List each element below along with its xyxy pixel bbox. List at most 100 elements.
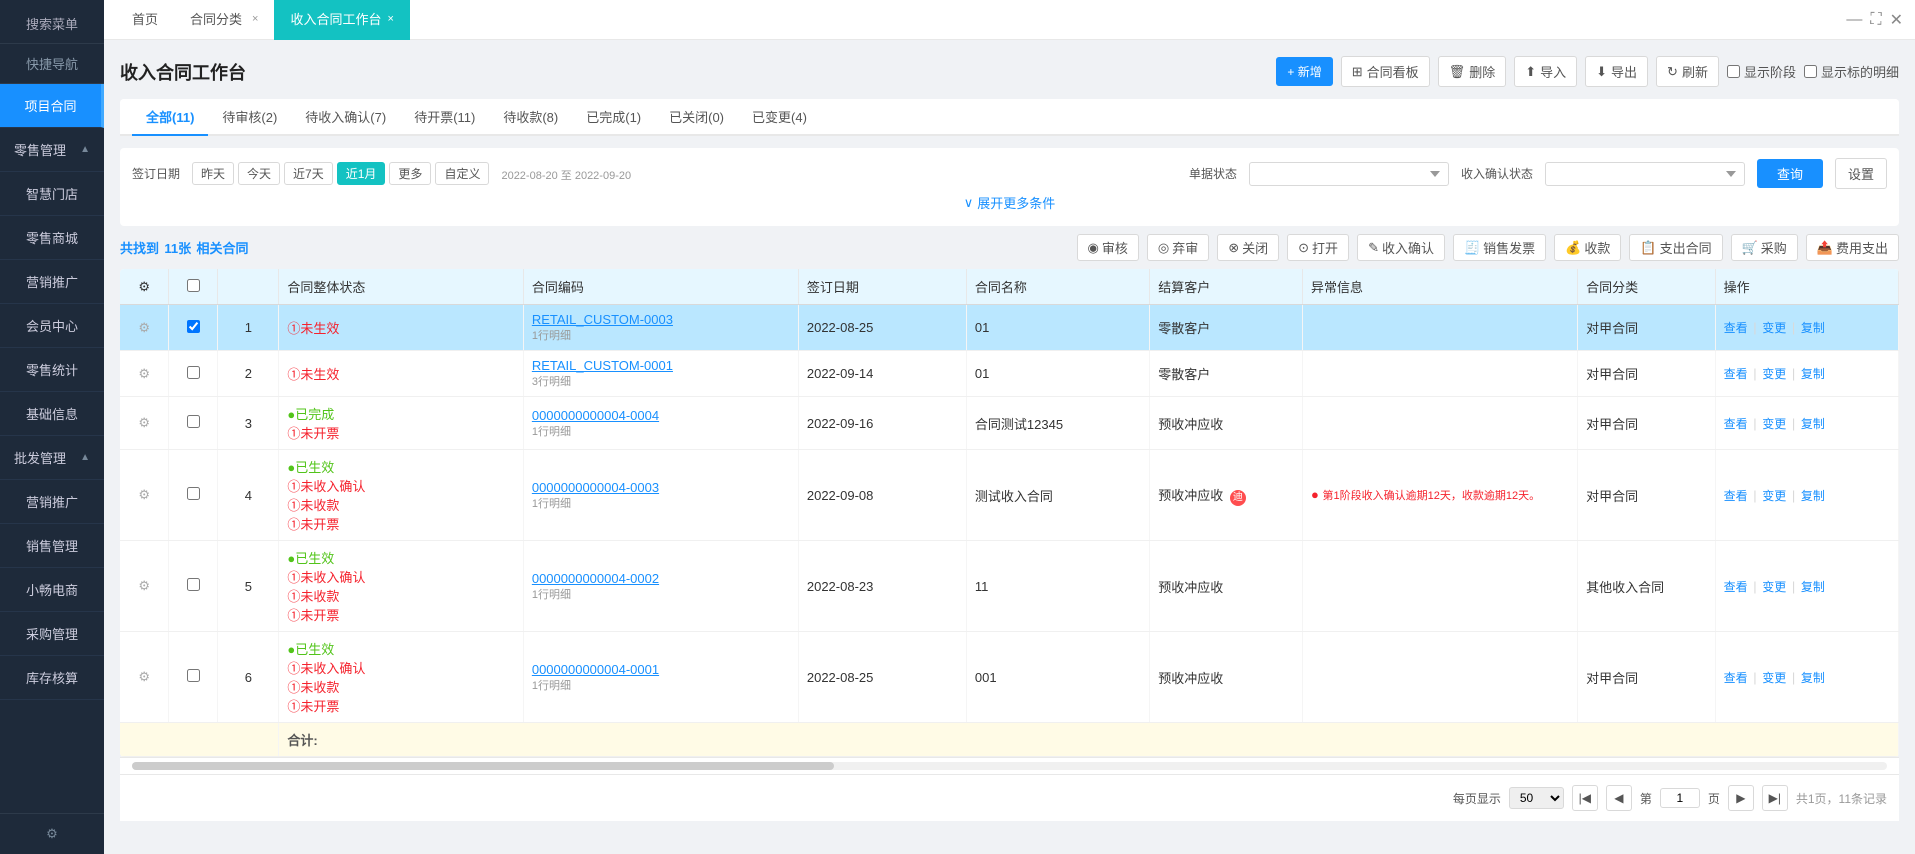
tab-active[interactable]: 收入合同工作台 × bbox=[274, 0, 409, 40]
sidebar-item-ecom[interactable]: 零售商城 bbox=[0, 216, 104, 260]
contract-code-link[interactable]: RETAIL_CUSTOM-0003 bbox=[532, 312, 673, 327]
sidebar-settings[interactable]: ⚙ bbox=[0, 813, 104, 854]
row-check[interactable] bbox=[169, 450, 218, 541]
row-check[interactable] bbox=[169, 541, 218, 632]
view-link[interactable]: 查看 bbox=[1724, 671, 1748, 685]
sidebar-item-project[interactable]: 项目合同 bbox=[0, 84, 104, 128]
tab-contracts[interactable]: 合同分类 × bbox=[174, 0, 274, 40]
add-button[interactable]: + 新增 bbox=[1276, 57, 1332, 86]
sidebar-item-marketing[interactable]: 营销推广 bbox=[0, 260, 104, 304]
row-settings[interactable]: ⚙ bbox=[120, 305, 169, 351]
row-settings[interactable]: ⚙ bbox=[120, 397, 169, 450]
col-settings[interactable]: ⚙ bbox=[120, 269, 169, 305]
first-page-button[interactable]: |◀ bbox=[1572, 785, 1598, 811]
copy-link[interactable]: 复制 bbox=[1801, 321, 1825, 335]
date-btn-1month[interactable]: 近1月 bbox=[337, 162, 386, 185]
search-button[interactable]: 查询 bbox=[1757, 159, 1823, 188]
copy-link[interactable]: 复制 bbox=[1801, 580, 1825, 594]
copy-link[interactable]: 复制 bbox=[1801, 367, 1825, 381]
review-button[interactable]: ◉ 审核 bbox=[1077, 234, 1139, 261]
delete-button[interactable]: 🗑 删除 bbox=[1438, 56, 1507, 87]
view-link[interactable]: 查看 bbox=[1724, 489, 1748, 503]
expense-contract-button[interactable]: 📋 支出合同 bbox=[1629, 234, 1722, 261]
tab-fullscreen-button[interactable]: ⛶ bbox=[1870, 11, 1881, 29]
sidebar-item-stats[interactable]: 零售统计 bbox=[0, 348, 104, 392]
sidebar-search[interactable]: 搜索菜单 bbox=[0, 0, 104, 44]
setting-button[interactable]: 设置 bbox=[1835, 158, 1887, 189]
row-settings[interactable]: ⚙ bbox=[120, 351, 169, 397]
sidebar-item-retail[interactable]: 零售管理 ▲ bbox=[0, 128, 104, 172]
edit-link[interactable]: 变更 bbox=[1762, 321, 1786, 335]
copy-link[interactable]: 复制 bbox=[1801, 671, 1825, 685]
refresh-button[interactable]: ↻ 刷新 bbox=[1656, 56, 1719, 87]
contract-code-link[interactable]: 0000000000004-0003 bbox=[532, 480, 659, 495]
contract-code-link[interactable]: 0000000000004-0004 bbox=[532, 408, 659, 423]
sidebar-item-member[interactable]: 会员中心 bbox=[0, 304, 104, 348]
sidebar-item-sales[interactable]: 销售管理 bbox=[0, 524, 104, 568]
sidebar-item-purchase[interactable]: 采购管理 bbox=[0, 612, 104, 656]
subtab-completed[interactable]: 已完成(1) bbox=[572, 99, 655, 136]
sales-invoice-button[interactable]: 🧾 销售发票 bbox=[1453, 234, 1546, 261]
subtab-all[interactable]: 全部(11) bbox=[132, 99, 208, 136]
copy-link[interactable]: 复制 bbox=[1801, 417, 1825, 431]
row-settings[interactable]: ⚙ bbox=[120, 632, 169, 723]
view-link[interactable]: 查看 bbox=[1724, 367, 1748, 381]
view-link[interactable]: 查看 bbox=[1724, 321, 1748, 335]
show-detail-checkbox[interactable]: 显示标的明细 bbox=[1804, 62, 1899, 81]
last-page-button[interactable]: ▶| bbox=[1762, 785, 1788, 811]
sidebar-item-xiaochang[interactable]: 小畅电商 bbox=[0, 568, 104, 612]
row-check[interactable] bbox=[169, 632, 218, 723]
sidebar-item-base[interactable]: 基础信息 bbox=[0, 392, 104, 436]
row-check[interactable] bbox=[169, 351, 218, 397]
purchase-button[interactable]: 🛒 采购 bbox=[1731, 234, 1798, 261]
sidebar-item-mktg2[interactable]: 营销推广 bbox=[0, 480, 104, 524]
row-settings[interactable]: ⚙ bbox=[120, 450, 169, 541]
sidebar-nav[interactable]: 快捷导航 bbox=[0, 44, 104, 84]
date-btn-yesterday[interactable]: 昨天 bbox=[192, 162, 234, 185]
export-button[interactable]: ⬇ 导出 bbox=[1585, 56, 1648, 87]
edit-link[interactable]: 变更 bbox=[1762, 580, 1786, 594]
tab-home[interactable]: 首页 bbox=[116, 0, 174, 40]
view-link[interactable]: 查看 bbox=[1724, 417, 1748, 431]
date-btn-custom[interactable]: 自定义 bbox=[435, 162, 489, 185]
sidebar-item-smart[interactable]: 智慧门店 bbox=[0, 172, 104, 216]
col-check-all[interactable] bbox=[169, 269, 218, 305]
expense-output-button[interactable]: 📤 费用支出 bbox=[1806, 234, 1899, 261]
subtab-closed[interactable]: 已关闭(0) bbox=[655, 99, 738, 136]
expand-more[interactable]: ∨ 展开更多条件 bbox=[132, 189, 1887, 216]
per-page-select[interactable]: 10 20 50 100 bbox=[1509, 787, 1564, 809]
subtab-changed[interactable]: 已变更(4) bbox=[738, 99, 821, 136]
contract-code-link[interactable]: RETAIL_CUSTOM-0001 bbox=[532, 358, 673, 373]
receipt-button[interactable]: 💰 收款 bbox=[1554, 234, 1621, 261]
subtab-pending-review[interactable]: 待审核(2) bbox=[208, 99, 291, 136]
close-contract-button[interactable]: ⊗ 关闭 bbox=[1217, 234, 1279, 261]
tab-contracts-close[interactable]: × bbox=[252, 13, 258, 25]
edit-link[interactable]: 变更 bbox=[1762, 417, 1786, 431]
page-input[interactable] bbox=[1660, 788, 1700, 808]
row-settings[interactable]: ⚙ bbox=[120, 541, 169, 632]
subtab-pending-invoice[interactable]: 待开票(11) bbox=[400, 99, 489, 136]
open-contract-button[interactable]: ⊙ 打开 bbox=[1287, 234, 1349, 261]
date-btn-more[interactable]: 更多 bbox=[389, 162, 431, 185]
import-button[interactable]: ⬆ 导入 bbox=[1514, 56, 1577, 87]
sidebar-item-wholesale[interactable]: 批发管理 ▲ bbox=[0, 436, 104, 480]
row-check[interactable] bbox=[169, 397, 218, 450]
view-link[interactable]: 查看 bbox=[1724, 580, 1748, 594]
subtab-pending-confirm[interactable]: 待收入确认(7) bbox=[291, 99, 400, 136]
confirm-select[interactable] bbox=[1545, 162, 1745, 186]
status-select[interactable] bbox=[1249, 162, 1449, 186]
sidebar-item-inventory[interactable]: 库存核算 bbox=[0, 656, 104, 700]
tab-close-icon[interactable]: × bbox=[387, 13, 393, 25]
subtab-pending-payment[interactable]: 待收款(8) bbox=[489, 99, 572, 136]
income-confirm-button[interactable]: ✎ 收入确认 bbox=[1357, 234, 1445, 261]
edit-link[interactable]: 变更 bbox=[1762, 671, 1786, 685]
contract-code-link[interactable]: 0000000000004-0002 bbox=[532, 571, 659, 586]
date-btn-7days[interactable]: 近7天 bbox=[284, 162, 333, 185]
tab-close-all-button[interactable]: ✕ bbox=[1890, 10, 1903, 30]
edit-link[interactable]: 变更 bbox=[1762, 367, 1786, 381]
next-page-button[interactable]: ▶ bbox=[1728, 785, 1754, 811]
date-btn-today[interactable]: 今天 bbox=[238, 162, 280, 185]
copy-link[interactable]: 复制 bbox=[1801, 489, 1825, 503]
tab-collapse-button[interactable]: — bbox=[1846, 11, 1862, 29]
abandon-review-button[interactable]: ◎ 弃审 bbox=[1147, 234, 1209, 261]
